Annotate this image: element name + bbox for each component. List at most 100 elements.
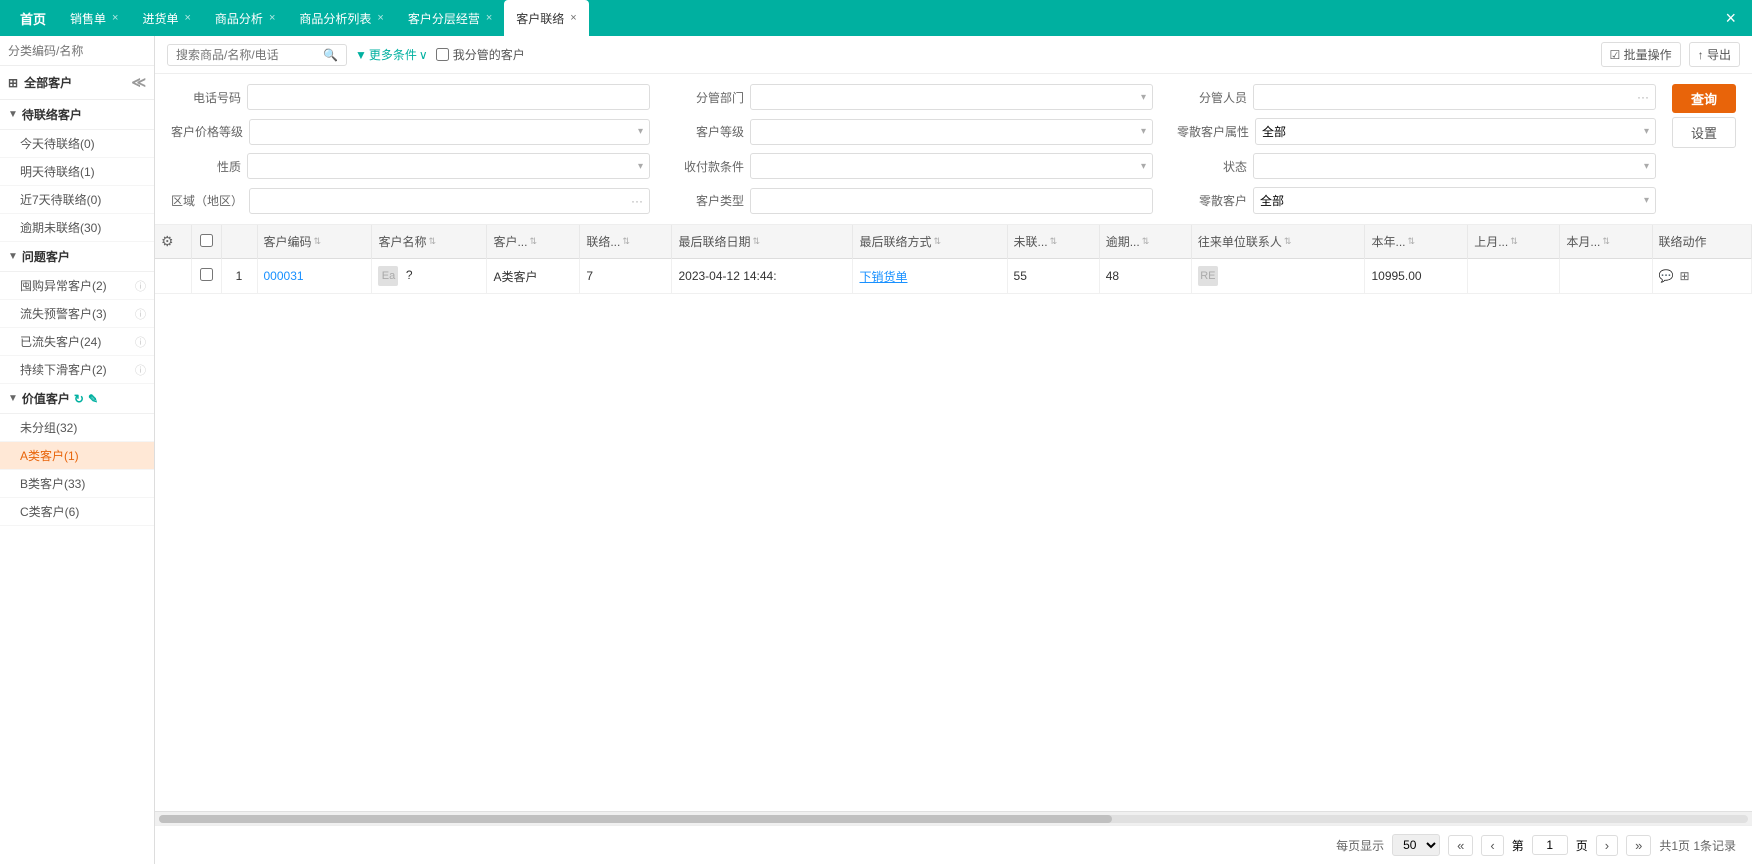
settings-button[interactable]: 设置 xyxy=(1672,117,1736,148)
close-tab-sales[interactable]: × xyxy=(112,12,118,24)
nav-tab-purchase[interactable]: 进货单 × xyxy=(130,0,202,36)
row-select-checkbox[interactable] xyxy=(200,268,213,281)
sidebar-item-ungrouped[interactable]: 未分组(32) xyxy=(0,414,154,442)
sidebar-group-value[interactable]: ▼ 价值客户 ↻ ✎ xyxy=(0,384,154,414)
page-number-input[interactable] xyxy=(1532,835,1568,855)
customer-type-label: 客户类型 xyxy=(674,192,744,209)
first-page-button[interactable]: « xyxy=(1448,835,1473,856)
chevron-down-icon-scatter2: ▾ xyxy=(1644,195,1649,206)
nav-tab-customer-contact[interactable]: 客户联络 × xyxy=(504,0,588,36)
page-size-select[interactable]: 50 xyxy=(1392,834,1440,856)
last-page-button[interactable]: » xyxy=(1626,835,1651,856)
customer-type-input[interactable] xyxy=(750,188,1153,214)
horizontal-scrollbar[interactable] xyxy=(155,811,1752,825)
filter-cell-scatter-attr: 零散客户属性 全部 ▾ xyxy=(1177,118,1656,145)
export-button[interactable]: ↑ 导出 xyxy=(1689,42,1740,67)
close-tab-analysis[interactable]: × xyxy=(269,12,275,24)
table-row: 1 000031 Ea ? A类客户 7 2023-04-12 14: xyxy=(155,259,1752,294)
window-close-button[interactable]: × xyxy=(1717,8,1744,29)
action-contact-icon[interactable]: 💬 xyxy=(1659,269,1674,283)
search-icon[interactable]: 🔍 xyxy=(323,48,338,62)
sort-icon-last-date[interactable]: ⇅ xyxy=(753,236,761,247)
refresh-icon[interactable]: ↻ xyxy=(74,392,84,406)
settings-col-header: ⚙ xyxy=(155,225,191,259)
row-last-method[interactable]: 下销货单 xyxy=(853,259,1007,294)
sidebar-all-customers-header[interactable]: ⊞ 全部客户 ≪ xyxy=(0,66,154,100)
close-tab-customer-contact[interactable]: × xyxy=(570,12,576,24)
table-settings-icon[interactable]: ⚙ xyxy=(161,233,174,249)
sidebar-item-declining[interactable]: 持续下滑客户(2) ⓘ xyxy=(0,356,154,384)
row-contact-count: 7 xyxy=(580,259,672,294)
sidebar-item-churn-warning[interactable]: 流失预警客户(3) ⓘ xyxy=(0,300,154,328)
scroll-thumb[interactable] xyxy=(159,815,1112,823)
sidebar-item-class-b[interactable]: B类客户(33) xyxy=(0,470,154,498)
close-tab-purchase[interactable]: × xyxy=(184,12,190,24)
sidebar-item-7days-waiting[interactable]: 近7天待联络(0) xyxy=(0,186,154,214)
search-input[interactable] xyxy=(176,48,319,62)
status-select[interactable]: ▾ xyxy=(1253,153,1656,179)
sidebar-item-tomorrow-waiting[interactable]: 明天待联络(1) xyxy=(0,158,154,186)
sort-icon-uncontacted[interactable]: ⇅ xyxy=(1050,236,1058,247)
nav-tab-customer-segment[interactable]: 客户分层经营 × xyxy=(396,0,504,36)
info-icon-4: ⓘ xyxy=(135,362,146,378)
sort-icon-overdue[interactable]: ⇅ xyxy=(1142,236,1150,247)
next-page-button[interactable]: › xyxy=(1596,835,1618,856)
select-all-checkbox[interactable] xyxy=(200,234,213,247)
sort-icon-type[interactable]: ⇅ xyxy=(529,236,537,247)
customer-avatar: Ea xyxy=(378,266,398,286)
sort-icon-name[interactable]: ⇅ xyxy=(428,236,436,247)
edit-icon[interactable]: ✎ xyxy=(88,392,98,406)
price-grade-select[interactable]: ▾ xyxy=(249,119,650,145)
nature-select[interactable]: ▾ xyxy=(247,153,650,179)
row-last-date: 2023-04-12 14:44: xyxy=(672,259,853,294)
sidebar-group-waiting[interactable]: ▼ 待联络客户 xyxy=(0,100,154,130)
sort-icon-this-year[interactable]: ⇅ xyxy=(1408,236,1416,247)
batch-ops-button[interactable]: ☑ 批量操作 xyxy=(1601,42,1681,67)
row-code[interactable]: 000031 xyxy=(257,259,372,294)
filter-row-4: 区域（地区） ··· 客户类型 零散客户 xyxy=(171,187,1656,214)
sidebar-item-overdue-waiting[interactable]: 逾期未联络(30) xyxy=(0,214,154,242)
filter-cell-status: 状态 ▾ xyxy=(1177,153,1656,179)
my-customers-checkbox[interactable] xyxy=(436,48,449,61)
sidebar-collapse-icon[interactable]: ≪ xyxy=(131,74,146,91)
table-scroll[interactable]: ⚙ 客户编码 ⇅ xyxy=(155,225,1752,811)
prev-page-button[interactable]: ‹ xyxy=(1481,835,1503,856)
more-filters-button[interactable]: ▼ 更多条件 ∨ xyxy=(355,46,428,63)
sort-icon-last-month[interactable]: ⇅ xyxy=(1510,236,1518,247)
query-button[interactable]: 查询 xyxy=(1672,84,1736,113)
status-label: 状态 xyxy=(1177,158,1247,175)
sidebar-item-class-c[interactable]: C类客户(6) xyxy=(0,498,154,526)
payment-select[interactable]: ▾ xyxy=(750,153,1153,179)
my-customers-filter[interactable]: 我分管的客户 xyxy=(436,46,525,63)
manager-input[interactable]: ··· xyxy=(1253,84,1656,110)
sort-icon-last-method[interactable]: ⇅ xyxy=(934,236,942,247)
scatter-select[interactable]: 全部 ▾ xyxy=(1253,187,1656,214)
col-header-contact-count: 联络... ⇅ xyxy=(580,225,672,259)
sidebar-group-problem[interactable]: ▼ 问题客户 xyxy=(0,242,154,272)
action-more-icon[interactable]: ⊞ xyxy=(1679,269,1689,283)
sidebar-item-class-a[interactable]: A类客户(1) xyxy=(0,442,154,470)
sidebar-item-hoarding[interactable]: 囤购异常客户(2) ⓘ xyxy=(0,272,154,300)
nav-home[interactable]: 首页 xyxy=(8,0,58,36)
region-input[interactable]: ··· xyxy=(249,188,650,214)
chevron-down-icon-grade: ▾ xyxy=(1141,126,1146,137)
dept-select[interactable]: ▾ xyxy=(750,84,1153,110)
sort-icon-contact-person[interactable]: ⇅ xyxy=(1284,236,1292,247)
nav-tab-analysis[interactable]: 商品分析 × xyxy=(203,0,287,36)
nav-tab-analysis-list[interactable]: 商品分析列表 × xyxy=(287,0,395,36)
customer-grade-select[interactable]: ▾ xyxy=(750,119,1153,145)
filter-cell-manager: 分管人员 ··· xyxy=(1177,84,1656,110)
sort-icon-code[interactable]: ⇅ xyxy=(314,236,322,247)
phone-input[interactable] xyxy=(247,84,650,110)
sort-icon-this-month[interactable]: ⇅ xyxy=(1602,236,1610,247)
col-header-name: 客户名称 ⇅ xyxy=(372,225,487,259)
nav-tab-sales[interactable]: 销售单 × xyxy=(58,0,130,36)
sort-icon-contact-count[interactable]: ⇅ xyxy=(622,236,630,247)
sidebar-item-churned[interactable]: 已流失客户(24) ⓘ xyxy=(0,328,154,356)
close-tab-customer-segment[interactable]: × xyxy=(486,12,492,24)
sidebar-item-today-waiting[interactable]: 今天待联络(0) xyxy=(0,130,154,158)
scatter-attr-select[interactable]: 全部 ▾ xyxy=(1255,118,1656,145)
row-contact-person: RE xyxy=(1191,259,1365,294)
sidebar-search-input[interactable] xyxy=(8,44,155,58)
close-tab-analysis-list[interactable]: × xyxy=(377,12,383,24)
